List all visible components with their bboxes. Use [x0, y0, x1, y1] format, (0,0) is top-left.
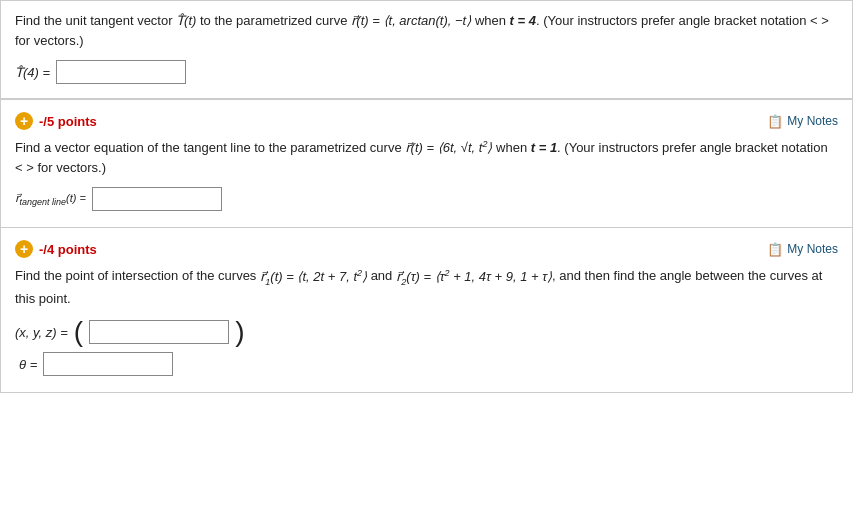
notes-icon: 📋 — [767, 114, 783, 129]
section2-header-left: + -/4 points — [15, 240, 97, 258]
section1-my-notes-label: My Notes — [787, 114, 838, 128]
section2-header: + -/4 points 📋 My Notes — [15, 240, 838, 258]
top-question-text: Find the unit tangent vector T̂(t) to th… — [15, 11, 838, 50]
section2-expand-button[interactable]: + — [15, 240, 33, 258]
section1-expand-button[interactable]: + — [15, 112, 33, 130]
section2-xyz-row: (x, y, z) = ( ) — [15, 318, 838, 346]
top-answer-label: T̂(4) = — [15, 65, 50, 80]
top-answer-input[interactable] — [56, 60, 186, 84]
section1-answer-row: r⃗tangent line(t) = — [15, 187, 838, 211]
section1-header: + -/5 points 📋 My Notes — [15, 112, 838, 130]
section1-problem-text: Find a vector equation of the tangent li… — [15, 138, 838, 177]
section2-my-notes-label: My Notes — [787, 242, 838, 256]
section2-xyz-input[interactable] — [89, 320, 229, 344]
section1-my-notes-button[interactable]: 📋 My Notes — [767, 114, 838, 129]
section1-points: -/5 points — [39, 114, 97, 129]
section2-theta-row: θ = — [19, 352, 838, 376]
section1-answer-label: r⃗tangent line(t) = — [15, 192, 86, 207]
section2-xyz-label: (x, y, z) = — [15, 325, 68, 340]
top-answer-row: T̂(4) = — [15, 60, 838, 84]
section2-theta-input[interactable] — [43, 352, 173, 376]
section2-points: -/4 points — [39, 242, 97, 257]
section2: + -/4 points 📋 My Notes Find the point o… — [0, 228, 853, 393]
section1-header-left: + -/5 points — [15, 112, 97, 130]
section1-answer-input[interactable] — [92, 187, 222, 211]
section2-right-paren: ) — [235, 318, 244, 346]
section2-left-paren: ( — [74, 318, 83, 346]
top-question-section: Find the unit tangent vector T̂(t) to th… — [0, 0, 853, 99]
section2-notes-icon: 📋 — [767, 242, 783, 257]
section1: + -/5 points 📋 My Notes Find a vector eq… — [0, 99, 853, 228]
section2-theta-label: θ = — [19, 357, 37, 372]
section2-problem-text: Find the point of intersection of the cu… — [15, 266, 838, 308]
section2-my-notes-button[interactable]: 📋 My Notes — [767, 242, 838, 257]
